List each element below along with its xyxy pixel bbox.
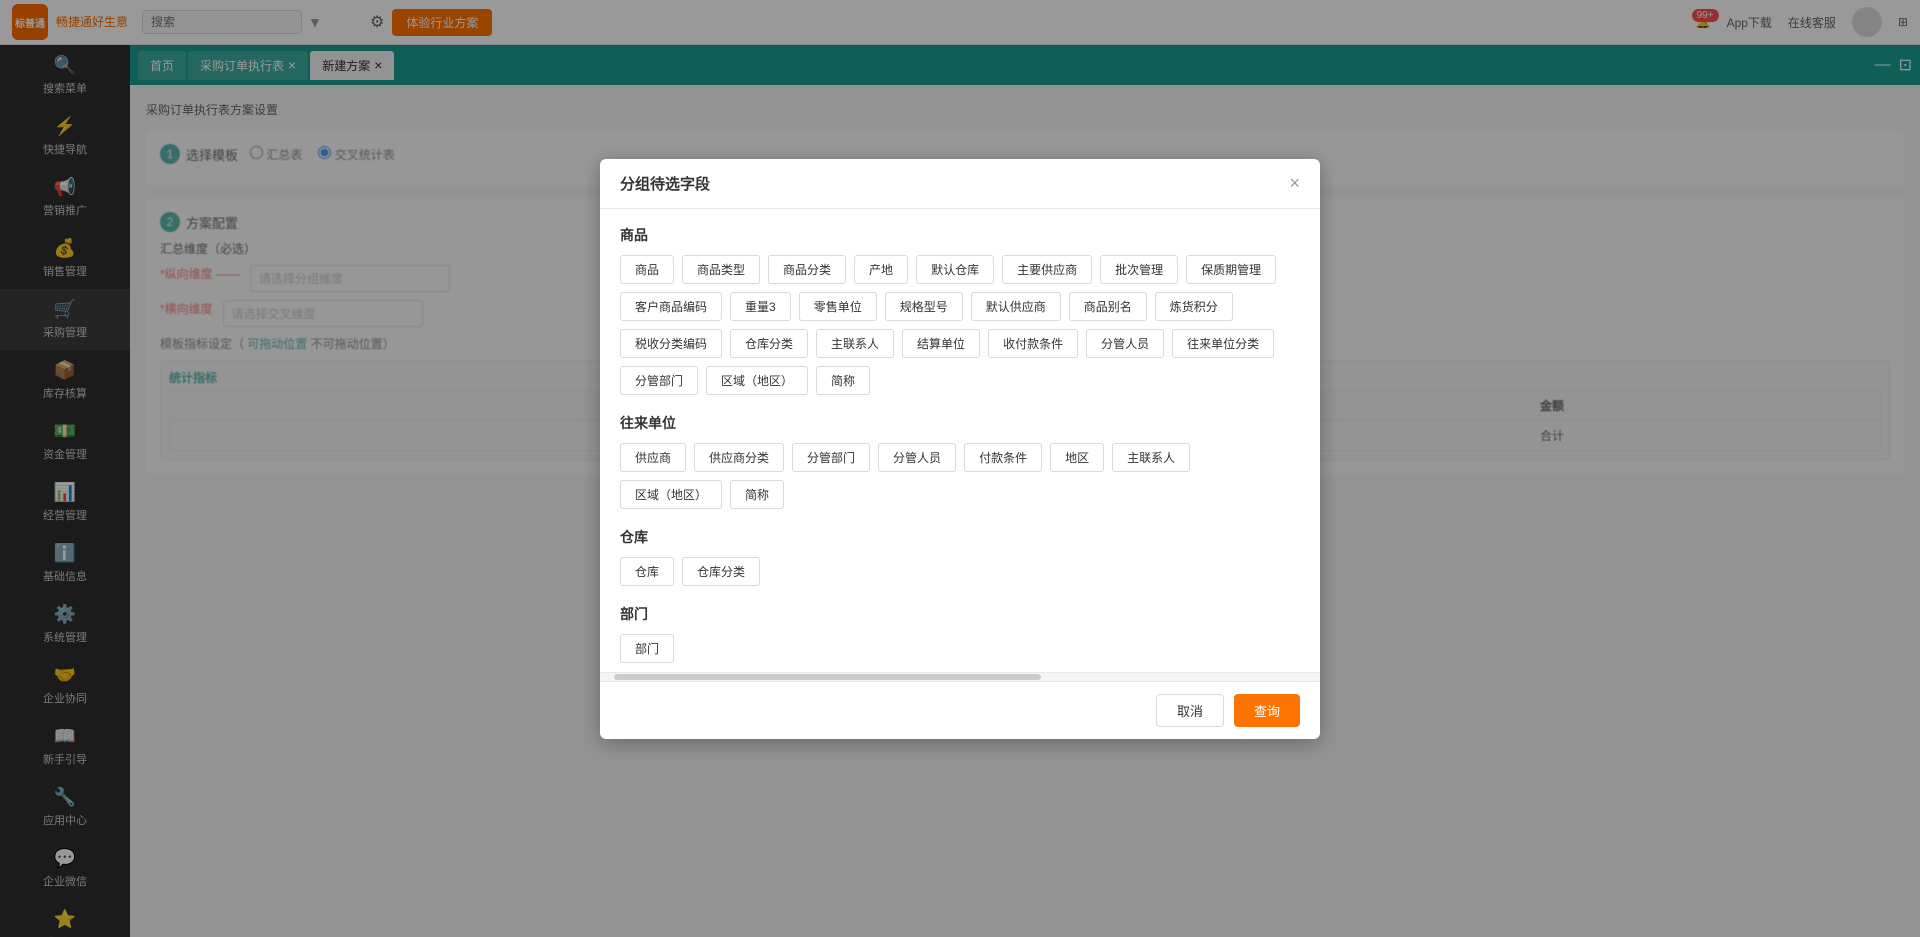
field-tag-manager-dept[interactable]: 分管部门 — [620, 366, 698, 395]
field-tag-warehouse[interactable]: 仓库 — [620, 557, 674, 586]
modal-close-button[interactable]: × — [1289, 173, 1300, 194]
field-tag-settlement-unit[interactable]: 结算单位 — [902, 329, 980, 358]
field-tag-origin[interactable]: 产地 — [854, 255, 908, 284]
modal-footer: 取消 查询 — [600, 681, 1320, 739]
field-tag-supplier[interactable]: 供应商 — [620, 443, 686, 472]
field-group-goods: 商品 商品 商品类型 商品分类 产地 默认仓库 主要供应商 批次管理 保质期管 — [620, 225, 1300, 395]
modal-h-scrollbar — [600, 672, 1320, 680]
field-tag-supplier-category[interactable]: 供应商分类 — [694, 443, 784, 472]
field-tag-default-supplier[interactable]: 默认供应商 — [971, 292, 1061, 321]
field-tag-refine-points[interactable]: 炼货积分 — [1155, 292, 1233, 321]
field-tag-goods-type[interactable]: 商品类型 — [682, 255, 760, 284]
field-tag-partner-person[interactable]: 分管人员 — [878, 443, 956, 472]
field-tag-goods[interactable]: 商品 — [620, 255, 674, 284]
field-tag-partner-short[interactable]: 简称 — [730, 480, 784, 509]
field-tag-main-contact[interactable]: 主联系人 — [816, 329, 894, 358]
modal-header: 分组待选字段 × — [600, 159, 1320, 209]
page-content: 采购订单执行表方案设置 1 选择模板 汇总表 交叉统计表 2 — [130, 85, 1920, 937]
cancel-button[interactable]: 取消 — [1156, 694, 1224, 727]
field-tag-customer-code[interactable]: 客户商品编码 — [620, 292, 722, 321]
field-group-warehouse-title: 仓库 — [620, 527, 1300, 547]
field-tags-dept: 部门 — [620, 634, 1300, 663]
field-group-partner-title: 往来单位 — [620, 413, 1300, 433]
field-tag-warehouse-cat[interactable]: 仓库分类 — [682, 557, 760, 586]
field-tag-warehouse-category[interactable]: 仓库分类 — [730, 329, 808, 358]
field-tag-spec-model[interactable]: 规格型号 — [885, 292, 963, 321]
field-tag-short-name[interactable]: 简称 — [816, 366, 870, 395]
field-select-modal: 分组待选字段 × 商品 商品 商品类型 商品分类 — [600, 159, 1320, 739]
field-tag-default-warehouse[interactable]: 默认仓库 — [916, 255, 994, 284]
field-tag-payment-terms[interactable]: 收付款条件 — [988, 329, 1078, 358]
field-tag-partner-dept[interactable]: 分管部门 — [792, 443, 870, 472]
field-tag-partner-category[interactable]: 往来单位分类 — [1172, 329, 1274, 358]
field-group-partner: 往来单位 供应商 供应商分类 分管部门 分管人员 付款条件 地区 主联系人 区 — [620, 413, 1300, 509]
confirm-button[interactable]: 查询 — [1234, 694, 1300, 727]
field-tag-retail-unit[interactable]: 零售单位 — [799, 292, 877, 321]
field-tag-payment-condition[interactable]: 付款条件 — [964, 443, 1042, 472]
field-tag-quality-manage[interactable]: 保质期管理 — [1186, 255, 1276, 284]
modal-overlay: 分组待选字段 × 商品 商品 商品类型 商品分类 — [130, 85, 1920, 937]
field-tag-manager-person[interactable]: 分管人员 — [1086, 329, 1164, 358]
field-tag-district[interactable]: 地区 — [1050, 443, 1104, 472]
h-scroll-thumb[interactable] — [614, 674, 1041, 680]
field-group-dept-title: 部门 — [620, 604, 1300, 624]
field-tag-batch-manage[interactable]: 批次管理 — [1100, 255, 1178, 284]
field-tags-goods: 商品 商品类型 商品分类 产地 默认仓库 主要供应商 批次管理 保质期管理 客户… — [620, 255, 1300, 395]
field-tag-tax-code[interactable]: 税收分类编码 — [620, 329, 722, 358]
field-tag-main-supplier[interactable]: 主要供应商 — [1002, 255, 1092, 284]
field-group-goods-title: 商品 — [620, 225, 1300, 245]
main-area: 🔍 搜索菜单 ⚡ 快捷导航 📢 营销推广 💰 销售管理 🛒 采购管理 📦 — [0, 45, 1920, 937]
field-group-dept: 部门 部门 — [620, 604, 1300, 663]
modal-title: 分组待选字段 — [620, 173, 710, 194]
field-tags-warehouse: 仓库 仓库分类 — [620, 557, 1300, 586]
field-tag-weight3[interactable]: 重量3 — [730, 292, 791, 321]
field-tags-partner: 供应商 供应商分类 分管部门 分管人员 付款条件 地区 主联系人 区域（地区） … — [620, 443, 1300, 509]
app-container: 标普通 畅捷通好生意 ▼ ⚙ 体验行业方案 🔔 99+ App下载 在线客服 ⊞… — [0, 0, 1920, 937]
field-tag-partner-region[interactable]: 区域（地区） — [620, 480, 722, 509]
field-group-warehouse: 仓库 仓库 仓库分类 — [620, 527, 1300, 586]
modal-body: 商品 商品 商品类型 商品分类 产地 默认仓库 主要供应商 批次管理 保质期管 — [600, 209, 1320, 673]
field-tag-goods-alias[interactable]: 商品别名 — [1069, 292, 1147, 321]
field-tag-main-contact2[interactable]: 主联系人 — [1112, 443, 1190, 472]
field-tag-dept[interactable]: 部门 — [620, 634, 674, 663]
field-tag-region[interactable]: 区域（地区） — [706, 366, 808, 395]
content-area: 首页 采购订单执行表 × 新建方案 × — ⊡ 采购订单执行表方案设置 — [130, 45, 1920, 937]
field-tag-goods-category[interactable]: 商品分类 — [768, 255, 846, 284]
